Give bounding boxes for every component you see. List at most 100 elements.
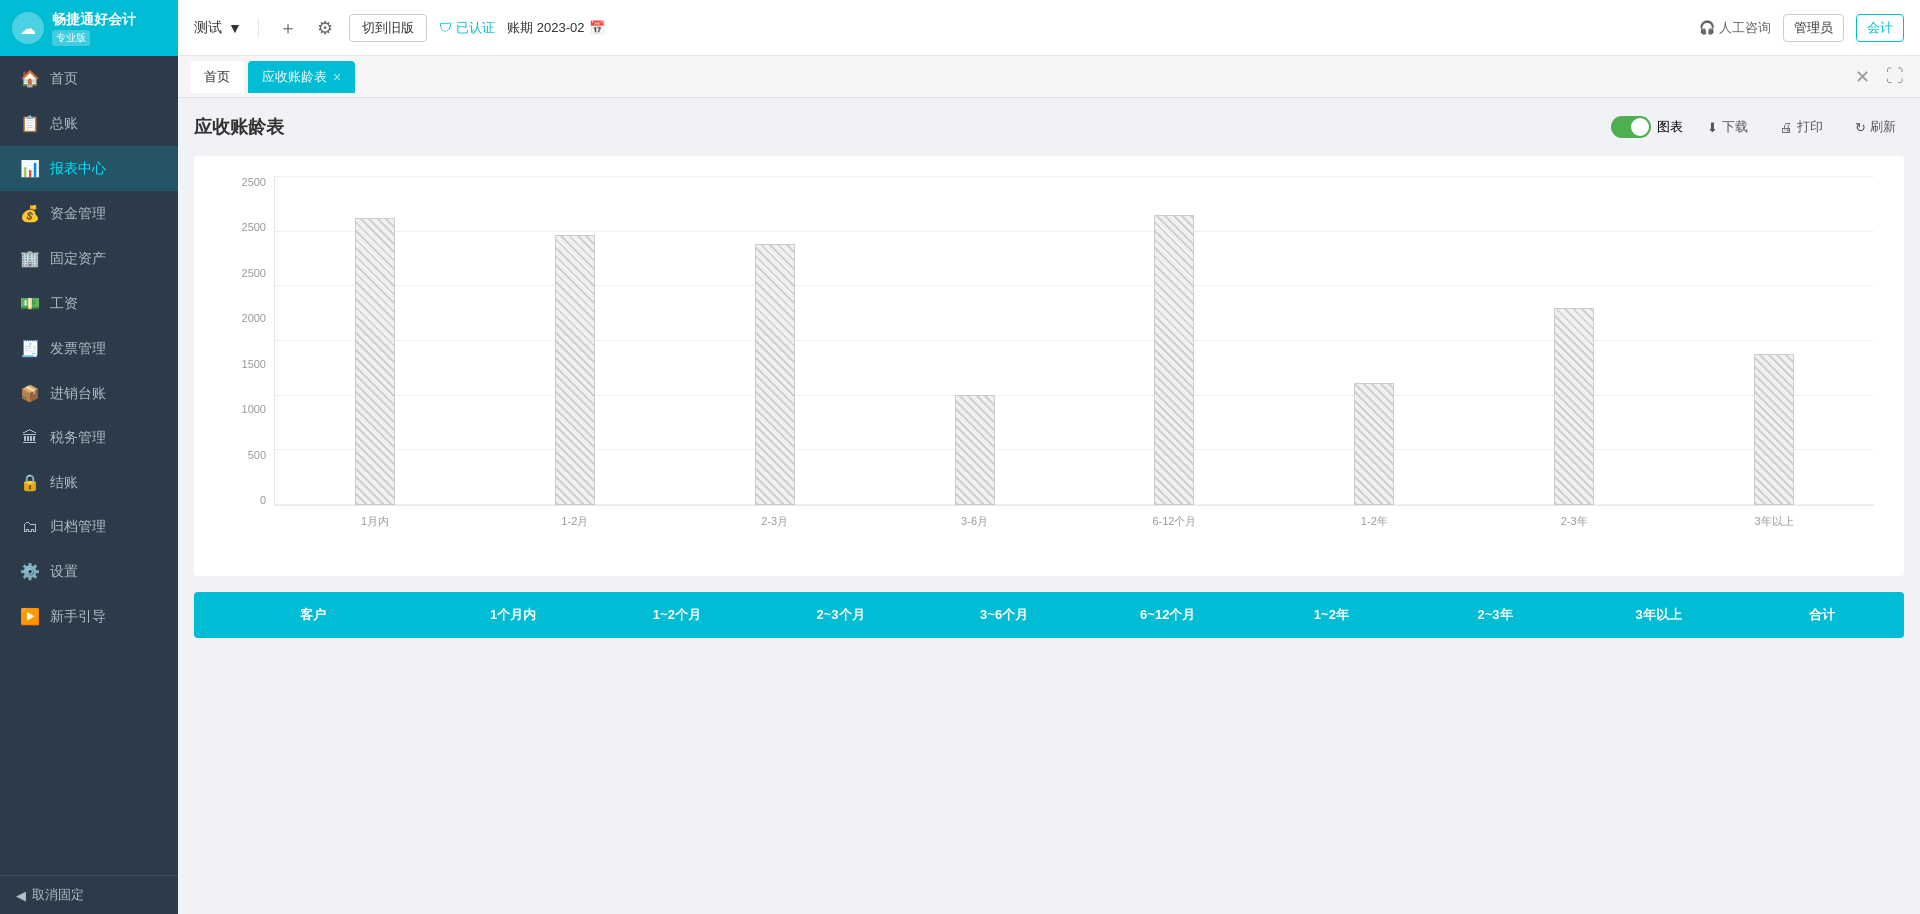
sidebar: ☁ 畅捷通好会计 专业版 🏠 首页 📋 总账 📊 报表中心 💰 资金管理 🏢 固… (0, 0, 178, 914)
chart-x-label-3: 3-6月 (961, 514, 988, 529)
headset-icon: 🎧 (1699, 20, 1715, 35)
sidebar-icon-reports: 📊 (20, 159, 40, 178)
tab-close-aging[interactable]: × (333, 70, 341, 84)
tab-aging[interactable]: 应收账龄表 × (248, 61, 355, 93)
sidebar-icon-payroll: 💵 (20, 294, 40, 313)
y-axis-label: 2500 (242, 221, 266, 233)
cancel-fixed-btn[interactable]: ◀ 取消固定 (0, 875, 178, 914)
download-btn[interactable]: ⬇ 下载 (1699, 114, 1756, 140)
tab-label-home: 首页 (204, 68, 230, 86)
sidebar-label-ledger: 总账 (50, 115, 78, 133)
chart-card: 2500250025002000150010005000 1月内1-2月2-3月… (194, 156, 1904, 576)
sidebar-item-funds[interactable]: 💰 资金管理 (0, 191, 178, 236)
chart-x-label-4: 6-12个月 (1152, 514, 1196, 529)
sidebar-icon-ledger: 📋 (20, 114, 40, 133)
sidebar-item-close[interactable]: 🔒 结账 (0, 460, 178, 505)
help-label: 人工咨询 (1719, 19, 1771, 37)
tab-home[interactable]: 首页 (190, 61, 244, 93)
logo-icon: ☁ (12, 12, 44, 44)
sidebar-nav: 🏠 首页 📋 总账 📊 报表中心 💰 资金管理 🏢 固定资产 💵 工资 🧾 发票… (0, 56, 178, 875)
topbar: 测试 ▼ ＋ ⚙ 切到旧版 🛡 已认证 账期 2023-02 📅 🎧 人工咨询 … (178, 0, 1920, 56)
sidebar-label-invoice: 发票管理 (50, 340, 106, 358)
add-btn[interactable]: ＋ (275, 12, 301, 44)
sidebar-label-assets: 固定资产 (50, 250, 106, 268)
print-btn[interactable]: 🖨 打印 (1772, 114, 1831, 140)
sidebar-label-tax: 税务管理 (50, 429, 106, 447)
sidebar-label-funds: 资金管理 (50, 205, 106, 223)
close-panel-btn[interactable]: ✕ (1851, 62, 1874, 92)
toggle-knob (1631, 118, 1649, 136)
sidebar-icon-assets: 🏢 (20, 249, 40, 268)
chart-group-6: 2-3年 (1474, 308, 1674, 505)
chart-x-label-2: 2-3月 (761, 514, 788, 529)
table-header-2: 1~2个月 (595, 592, 759, 638)
sidebar-logo: ☁ 畅捷通好会计 专业版 (0, 0, 178, 56)
pin-left-icon: ◀ (16, 888, 26, 903)
settings-icon-btn[interactable]: ⚙ (313, 13, 337, 43)
table-header-5: 6~12个月 (1086, 592, 1250, 638)
cancel-fixed-label: 取消固定 (32, 886, 84, 904)
y-axis: 2500250025002000150010005000 (224, 176, 274, 506)
sidebar-item-tax[interactable]: 🏛 税务管理 (0, 416, 178, 460)
expand-btn[interactable]: ⛶ (1882, 62, 1908, 91)
chart-bar-0 (355, 218, 395, 505)
sidebar-label-reports: 报表中心 (50, 160, 106, 178)
topbar-right: 🎧 人工咨询 管理员 会计 (1699, 14, 1904, 42)
switch-old-version-btn[interactable]: 切到旧版 (349, 14, 427, 42)
sidebar-item-archive[interactable]: 🗂 归档管理 (0, 505, 178, 549)
table-header-9: 合计 (1740, 592, 1904, 638)
chart-x-label-5: 1-2年 (1361, 514, 1388, 529)
certified-badge: 🛡 已认证 (439, 19, 495, 37)
chart-x-label-1: 1-2月 (561, 514, 588, 529)
chart-area: 1月内1-2月2-3月3-6月6-12个月1-2年2-3年3年以上 (274, 176, 1874, 506)
y-axis-label: 2000 (242, 312, 266, 324)
project-name: 测试 (194, 19, 222, 37)
refresh-btn[interactable]: ↻ 刷新 (1847, 114, 1904, 140)
chart-group-2: 2-3月 (675, 244, 875, 505)
role-btn[interactable]: 会计 (1856, 14, 1904, 42)
sidebar-label-settings: 设置 (50, 563, 78, 581)
y-axis-label: 0 (260, 494, 266, 506)
chart-bar-3 (955, 395, 995, 505)
sidebar-item-invoice[interactable]: 🧾 发票管理 (0, 326, 178, 371)
chart-bar-7 (1754, 354, 1794, 505)
logo-name: 畅捷通好会计 (52, 10, 136, 28)
sidebar-item-ledger[interactable]: 📋 总账 (0, 101, 178, 146)
project-selector[interactable]: 测试 ▼ (194, 19, 242, 37)
chart-group-0: 1月内 (275, 218, 475, 505)
sidebar-icon-archive: 🗂 (20, 518, 40, 536)
print-icon: 🖨 (1780, 120, 1793, 135)
sidebar-item-assets[interactable]: 🏢 固定资产 (0, 236, 178, 281)
sidebar-icon-close: 🔒 (20, 473, 40, 492)
chart-toggle-wrap: 图表 (1611, 116, 1683, 138)
y-axis-label: 1500 (242, 358, 266, 370)
user-btn[interactable]: 管理员 (1783, 14, 1844, 42)
sidebar-item-payroll[interactable]: 💵 工资 (0, 281, 178, 326)
y-axis-label: 2500 (242, 267, 266, 279)
calendar-icon[interactable]: 📅 (589, 20, 605, 35)
help-btn[interactable]: 🎧 人工咨询 (1699, 19, 1771, 37)
table-header-3: 2~3个月 (759, 592, 923, 638)
sidebar-item-home[interactable]: 🏠 首页 (0, 56, 178, 101)
chart-x-label-0: 1月内 (361, 514, 389, 529)
sidebar-item-newuser[interactable]: ▶️ 新手引导 (0, 594, 178, 639)
table-header-6: 1~2年 (1250, 592, 1414, 638)
chart-bar-2 (755, 244, 795, 505)
chart-bar-4 (1154, 215, 1194, 505)
sidebar-item-settings[interactable]: ⚙️ 设置 (0, 549, 178, 594)
logo-edition: 专业版 (52, 30, 90, 46)
certified-label: 已认证 (456, 19, 495, 37)
sidebar-item-inventory[interactable]: 📦 进销台账 (0, 371, 178, 416)
chart-group-3: 3-6月 (875, 395, 1075, 505)
bar-chart: 2500250025002000150010005000 1月内1-2月2-3月… (224, 176, 1874, 536)
page-header: 应收账龄表 图表 ⬇ 下载 🖨 打印 ↻ 刷新 (194, 114, 1904, 140)
chart-group-7: 3年以上 (1674, 354, 1874, 505)
sidebar-icon-tax: 🏛 (20, 429, 40, 447)
sidebar-icon-inventory: 📦 (20, 384, 40, 403)
chart-toggle[interactable] (1611, 116, 1651, 138)
table-header-4: 3~6个月 (922, 592, 1086, 638)
tab-label-aging: 应收账龄表 (262, 68, 327, 86)
tabbar-right: ✕ ⛶ (1851, 62, 1908, 92)
chart-x-label-6: 2-3年 (1561, 514, 1588, 529)
sidebar-item-reports[interactable]: 📊 报表中心 (0, 146, 178, 191)
